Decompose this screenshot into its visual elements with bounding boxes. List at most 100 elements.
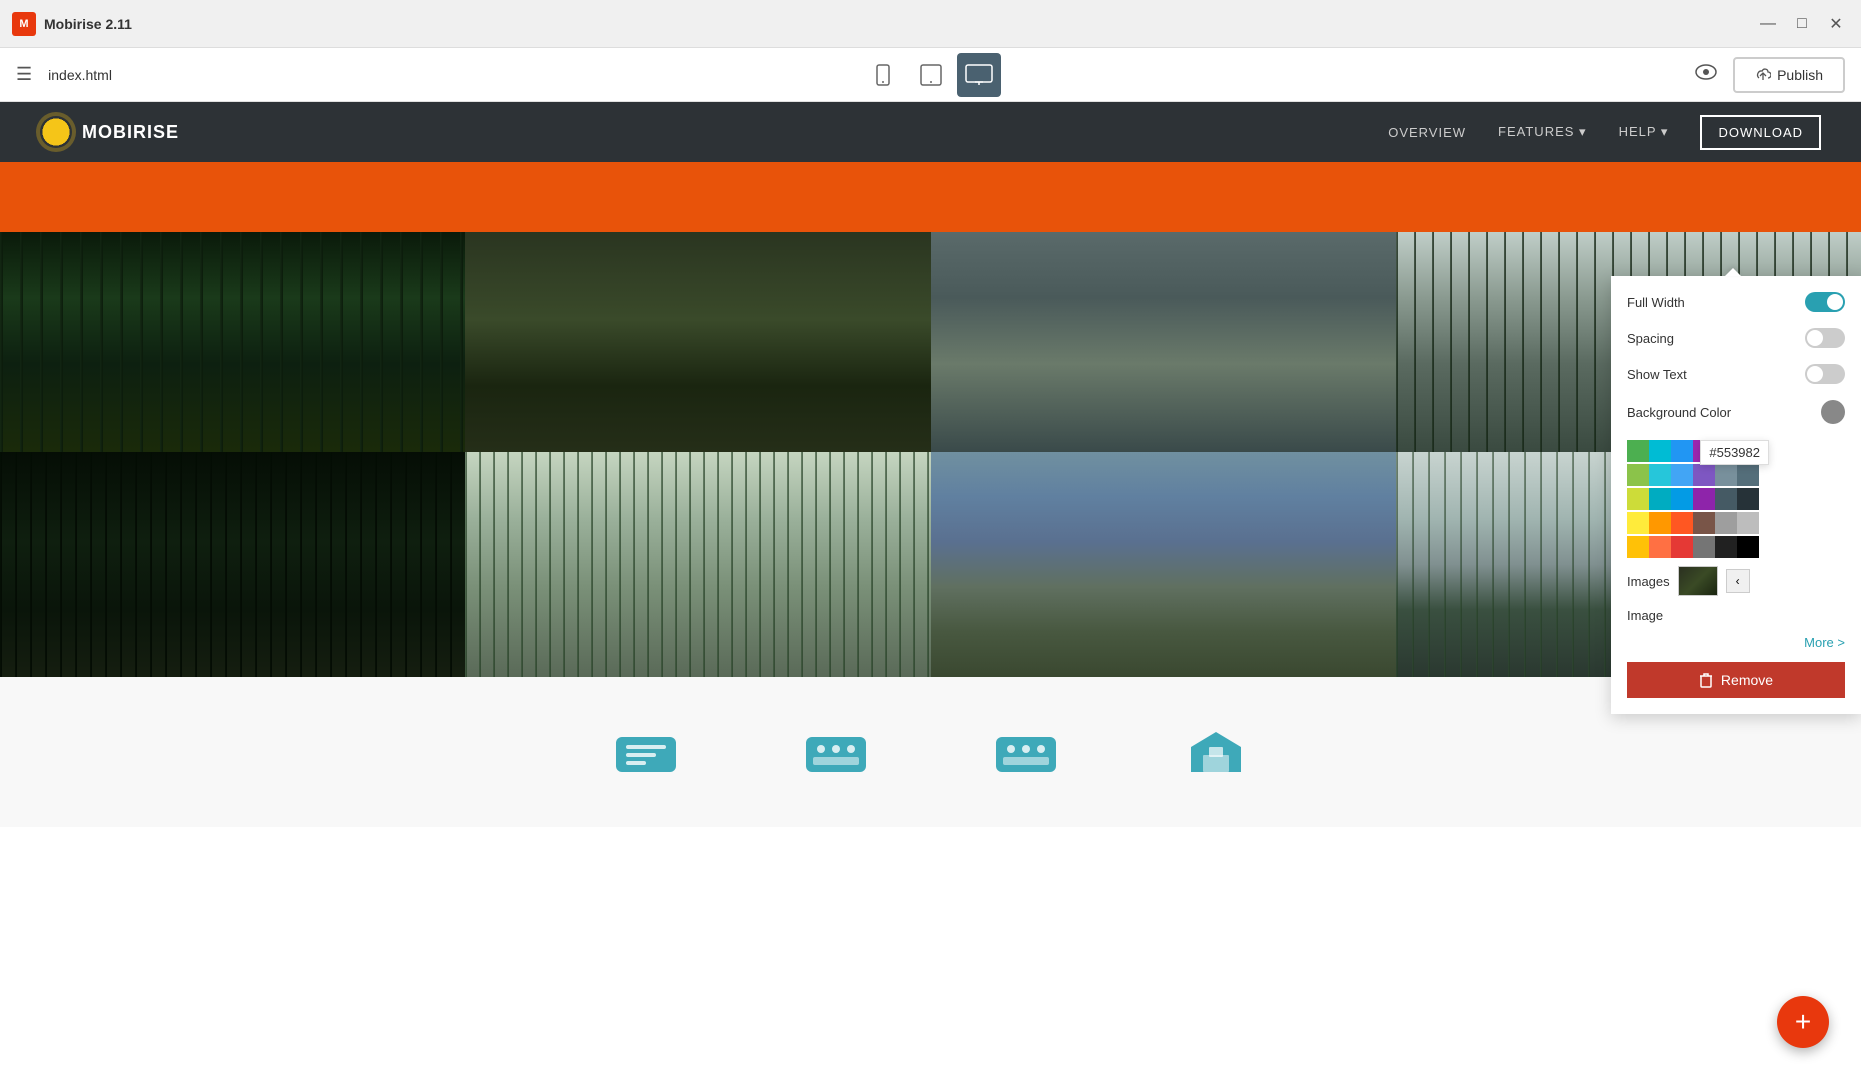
sun-icon — [40, 116, 72, 148]
full-width-label: Full Width — [1627, 295, 1685, 310]
menu-icon[interactable]: ☰ — [16, 64, 32, 85]
gallery-top-row — [0, 232, 1861, 452]
app-title: Mobirise 2.11 — [44, 16, 132, 32]
bg-color-label: Background Color — [1627, 405, 1731, 420]
bottom-section — [0, 677, 1861, 827]
palette-cell[interactable] — [1627, 464, 1649, 486]
palette-cell[interactable] — [1649, 488, 1671, 510]
images-prev-button[interactable]: ‹ — [1726, 569, 1750, 593]
panel-arrow — [1725, 268, 1741, 276]
palette-row-4 — [1627, 536, 1845, 558]
palette-cell[interactable] — [1693, 512, 1715, 534]
feature-icon-1 — [611, 727, 681, 777]
palette-cell[interactable] — [1693, 536, 1715, 558]
hero-section — [0, 162, 1861, 232]
image-label-row: Image — [1627, 608, 1845, 623]
gallery-section: </> Full Width Spacing — [0, 232, 1861, 677]
palette-cell[interactable] — [1627, 488, 1649, 510]
nav-features[interactable]: FEATURES ▾ — [1498, 124, 1587, 140]
palette-cell[interactable] — [1715, 536, 1737, 558]
palette-row-2 — [1627, 488, 1845, 510]
palette-cell[interactable] — [1671, 464, 1693, 486]
desktop-icon — [965, 64, 993, 86]
main-toolbar: ☰ index.html — [0, 48, 1861, 102]
palette-cell[interactable] — [1627, 512, 1649, 534]
gallery-cell-1[interactable] — [0, 232, 465, 452]
bg-color-row: Background Color — [1627, 400, 1845, 424]
publish-button[interactable]: Publish — [1733, 57, 1845, 93]
image-thumbnail[interactable] — [1678, 566, 1718, 596]
palette-cell[interactable] — [1737, 512, 1759, 534]
palette-cell[interactable] — [1649, 512, 1671, 534]
palette-cell[interactable] — [1715, 488, 1737, 510]
palette-cell[interactable] — [1649, 464, 1671, 486]
feature-shape-4 — [1181, 727, 1251, 777]
show-text-toggle[interactable] — [1805, 364, 1845, 384]
feature-icon-4 — [1181, 727, 1251, 777]
images-label: Images — [1627, 574, 1670, 589]
device-toggle-group — [861, 53, 1001, 97]
nav-help[interactable]: HELP ▾ — [1619, 124, 1669, 140]
palette-cell[interactable] — [1737, 536, 1759, 558]
filename-label: index.html — [48, 67, 112, 83]
spacing-toggle[interactable] — [1805, 328, 1845, 348]
more-link[interactable]: More > — [1627, 635, 1845, 650]
color-palette: #553982 — [1627, 440, 1845, 558]
spacing-knob — [1807, 330, 1823, 346]
palette-cell[interactable]: #553982 — [1737, 440, 1759, 462]
fab-icon: + — [1795, 1006, 1811, 1038]
nav-overview[interactable]: OVERVIEW — [1388, 125, 1466, 140]
palette-cell[interactable] — [1737, 488, 1759, 510]
palette-cell[interactable] — [1671, 512, 1693, 534]
toolbar-right: Publish — [1695, 57, 1845, 93]
site-brand: MOBIRISE — [40, 116, 179, 148]
tablet-view-button[interactable] — [909, 53, 953, 97]
nav-links: OVERVIEW FEATURES ▾ HELP ▾ DOWNLOAD — [1388, 115, 1821, 150]
full-width-row: Full Width — [1627, 292, 1845, 312]
app-logo: M Mobirise 2.11 — [12, 12, 132, 36]
feature-icon-3 — [991, 727, 1061, 777]
preview-button[interactable] — [1695, 63, 1717, 86]
remove-button[interactable]: Remove — [1627, 662, 1845, 698]
desktop-view-button[interactable] — [957, 53, 1001, 97]
minimize-button[interactable]: — — [1759, 15, 1777, 33]
full-width-toggle[interactable] — [1805, 292, 1845, 312]
bg-color-swatch[interactable] — [1821, 400, 1845, 424]
gallery-cell-2[interactable] — [465, 232, 930, 452]
gallery-cell-7[interactable] — [931, 452, 1396, 677]
feature-shape-1 — [611, 727, 681, 777]
show-text-label: Show Text — [1627, 367, 1687, 382]
gallery-cell-5[interactable] — [0, 452, 465, 677]
palette-cell[interactable] — [1737, 464, 1759, 486]
palette-cell[interactable] — [1671, 440, 1693, 462]
nav-download-button[interactable]: DOWNLOAD — [1700, 115, 1821, 150]
palette-cell[interactable] — [1671, 536, 1693, 558]
fab-add-button[interactable]: + — [1777, 996, 1829, 1048]
palette-cell[interactable] — [1627, 440, 1649, 462]
eye-icon — [1695, 64, 1717, 80]
palette-cell[interactable] — [1715, 512, 1737, 534]
image-label: Image — [1627, 608, 1663, 623]
show-text-row: Show Text — [1627, 364, 1845, 384]
palette-cell[interactable] — [1649, 536, 1671, 558]
tablet-icon — [919, 64, 943, 86]
palette-cell[interactable] — [1693, 488, 1715, 510]
close-button[interactable]: ✕ — [1827, 15, 1845, 33]
show-text-knob — [1807, 366, 1823, 382]
palette-cell[interactable] — [1693, 464, 1715, 486]
gallery-cell-6[interactable] — [465, 452, 930, 677]
palette-cell[interactable] — [1715, 464, 1737, 486]
palette-cell[interactable] — [1649, 440, 1671, 462]
mobile-view-button[interactable] — [861, 53, 905, 97]
gallery-cell-3[interactable] — [931, 232, 1396, 452]
feature-shape-3 — [991, 727, 1061, 777]
spacing-label: Spacing — [1627, 331, 1674, 346]
site-navigation: MOBIRISE OVERVIEW FEATURES ▾ HELP ▾ DOWN… — [0, 102, 1861, 162]
palette-cell[interactable] — [1627, 536, 1649, 558]
spacing-row: Spacing — [1627, 328, 1845, 348]
palette-cell[interactable] — [1671, 488, 1693, 510]
remove-label: Remove — [1721, 672, 1773, 688]
maximize-button[interactable]: □ — [1793, 15, 1811, 33]
trash-remove-icon — [1699, 672, 1713, 688]
mobile-icon — [873, 64, 893, 86]
